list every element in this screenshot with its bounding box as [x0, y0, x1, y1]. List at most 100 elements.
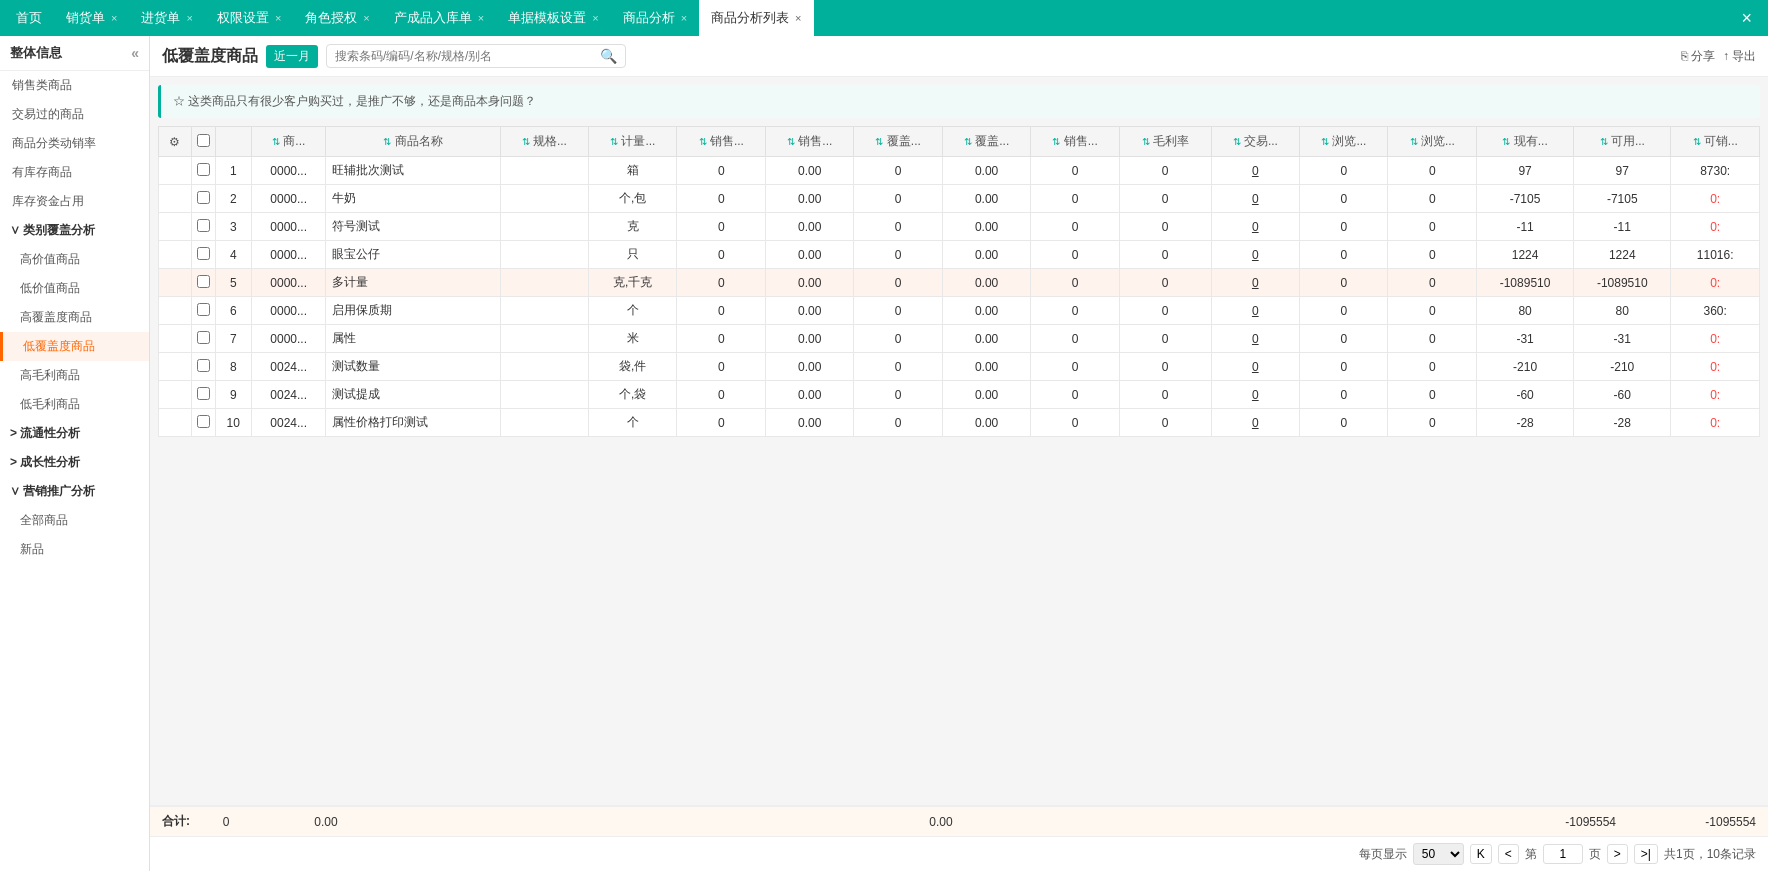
row-checkbox[interactable] [197, 415, 210, 428]
row-stock-sale: 11016: [1671, 241, 1760, 269]
col-header-spec[interactable]: ⇅ 规格... [500, 127, 588, 157]
sidebar-collapse-button[interactable]: « [131, 45, 139, 61]
close-icon[interactable]: × [186, 12, 192, 24]
browse-link[interactable]: 0 [1252, 220, 1259, 234]
sidebar-item-low-margin[interactable]: 低毛利商品 [0, 390, 149, 419]
row-checkbox-cell[interactable] [191, 353, 215, 381]
share-button[interactable]: ⎘ 分享 [1681, 48, 1715, 65]
close-icon[interactable]: × [795, 12, 801, 24]
browse-link[interactable]: 0 [1252, 276, 1259, 290]
row-code: 0000... [251, 157, 325, 185]
browse-link[interactable]: 0 [1252, 360, 1259, 374]
row-checkbox-cell[interactable] [191, 409, 215, 437]
nav-tab-production[interactable]: 产成品入库单 × [382, 0, 496, 36]
row-checkbox[interactable] [197, 163, 210, 176]
row-stock-current: -1089510 [1476, 269, 1573, 297]
row-checkbox-cell[interactable] [191, 269, 215, 297]
col-header-stock-current[interactable]: ⇅ 现有... [1476, 127, 1573, 157]
nav-tab-analysis[interactable]: 商品分析 × [611, 0, 699, 36]
nav-tab-analysis-list[interactable]: 商品分析列表 × [699, 0, 813, 36]
checkbox-column-header[interactable] [191, 127, 215, 157]
next-page-button[interactable]: > [1607, 844, 1628, 864]
row-checkbox-cell[interactable] [191, 297, 215, 325]
row-checkbox[interactable] [197, 247, 210, 260]
sidebar-item-stock-funds[interactable]: 库存资金占用 [0, 187, 149, 216]
col-header-browse1[interactable]: ⇅ 浏览... [1300, 127, 1388, 157]
table-row: 4 0000... 眼宝公仔 只 0 0.00 0 0.00 0 0 0 0 0… [159, 241, 1760, 269]
sidebar-group-growth[interactable]: > 成长性分析 [0, 448, 149, 477]
page-number-input[interactable] [1543, 844, 1583, 864]
row-checkbox[interactable] [197, 191, 210, 204]
first-page-button[interactable]: K [1470, 844, 1492, 864]
row-checkbox-cell[interactable] [191, 157, 215, 185]
export-button[interactable]: ↑ 导出 [1723, 48, 1756, 65]
nav-tab-sales[interactable]: 销货单 × [54, 0, 129, 36]
browse-link[interactable]: 0 [1252, 248, 1259, 262]
last-page-button[interactable]: >| [1634, 844, 1658, 864]
row-checkbox-cell[interactable] [191, 185, 215, 213]
row-checkbox-cell[interactable] [191, 381, 215, 409]
col-header-margin[interactable]: ⇅ 毛利率 [1119, 127, 1211, 157]
browse-link[interactable]: 0 [1252, 332, 1259, 346]
close-icon[interactable]: × [681, 12, 687, 24]
sidebar-item-high-margin[interactable]: 高毛利商品 [0, 361, 149, 390]
sidebar-item-sales-goods[interactable]: 销售类商品 [0, 71, 149, 100]
nav-tab-template[interactable]: 单据模板设置 × [496, 0, 610, 36]
nav-tab-roles[interactable]: 角色授权 × [293, 0, 381, 36]
row-checkbox[interactable] [197, 331, 210, 344]
per-page-select[interactable]: 50 100 200 [1413, 843, 1464, 865]
row-checkbox[interactable] [197, 219, 210, 232]
sidebar-group-liquidity[interactable]: > 流通性分析 [0, 419, 149, 448]
nav-tab-purchase[interactable]: 进货单 × [129, 0, 204, 36]
close-icon[interactable]: × [111, 12, 117, 24]
col-header-sales-amt[interactable]: ⇅ 销售... [765, 127, 853, 157]
col-header-code[interactable]: ⇅ 商... [251, 127, 325, 157]
settings-column-header[interactable]: ⚙ [159, 127, 192, 157]
row-checkbox-cell[interactable] [191, 213, 215, 241]
sidebar-item-all-goods[interactable]: 全部商品 [0, 506, 149, 535]
browse-link[interactable]: 0 [1252, 192, 1259, 206]
sidebar-item-traded-goods[interactable]: 交易过的商品 [0, 100, 149, 129]
col-header-browse2[interactable]: ⇅ 浏览... [1388, 127, 1476, 157]
browse-link[interactable]: 0 [1252, 388, 1259, 402]
row-checkbox-cell[interactable] [191, 325, 215, 353]
row-checkbox-cell[interactable] [191, 241, 215, 269]
sidebar-item-stock-goods[interactable]: 有库存商品 [0, 158, 149, 187]
col-header-stock-avail[interactable]: ⇅ 可用... [1574, 127, 1671, 157]
sidebar-item-low-coverage[interactable]: 低覆盖度商品 [0, 332, 149, 361]
col-header-sales-qty[interactable]: ⇅ 销售... [677, 127, 765, 157]
sidebar-item-new-goods[interactable]: 新品 [0, 535, 149, 564]
close-icon[interactable]: × [363, 12, 369, 24]
row-checkbox[interactable] [197, 275, 210, 288]
sidebar-item-category-rate[interactable]: 商品分类动销率 [0, 129, 149, 158]
browse-link[interactable]: 0 [1252, 164, 1259, 178]
nav-tab-home[interactable]: 首页 [4, 0, 54, 36]
sidebar-item-high-coverage[interactable]: 高覆盖度商品 [0, 303, 149, 332]
col-header-unit[interactable]: ⇅ 计量... [589, 127, 677, 157]
window-close-button[interactable]: × [1729, 0, 1764, 36]
prev-page-button[interactable]: < [1498, 844, 1519, 864]
row-checkbox[interactable] [197, 359, 210, 372]
close-icon[interactable]: × [592, 12, 598, 24]
close-icon[interactable]: × [478, 12, 484, 24]
nav-tab-permissions[interactable]: 权限设置 × [205, 0, 293, 36]
col-header-name[interactable]: ⇅ 商品名称 [326, 127, 500, 157]
close-icon[interactable]: × [275, 12, 281, 24]
col-header-cov1[interactable]: ⇅ 覆盖... [854, 127, 942, 157]
row-checkbox[interactable] [197, 303, 210, 316]
col-header-trade[interactable]: ⇅ 交易... [1211, 127, 1299, 157]
col-header-cov2[interactable]: ⇅ 覆盖... [942, 127, 1030, 157]
select-all-checkbox[interactable] [197, 134, 210, 147]
period-button[interactable]: 近一月 [266, 45, 318, 68]
col-header-stock-sale[interactable]: ⇅ 可销... [1671, 127, 1760, 157]
col-header-sales-count[interactable]: ⇅ 销售... [1031, 127, 1119, 157]
row-checkbox[interactable] [197, 387, 210, 400]
browse-link[interactable]: 0 [1252, 304, 1259, 318]
search-input[interactable] [335, 49, 600, 63]
sidebar-group-category-coverage[interactable]: ∨ 类别覆盖分析 [0, 216, 149, 245]
browse-link[interactable]: 0 [1252, 416, 1259, 430]
sidebar-item-low-value[interactable]: 低价值商品 [0, 274, 149, 303]
sidebar-group-marketing[interactable]: ∨ 营销推广分析 [0, 477, 149, 506]
sidebar-item-high-value[interactable]: 高价值商品 [0, 245, 149, 274]
sidebar: 整体信息 « 销售类商品 交易过的商品 商品分类动销率 有库存商品 库存资金占用… [0, 36, 150, 871]
